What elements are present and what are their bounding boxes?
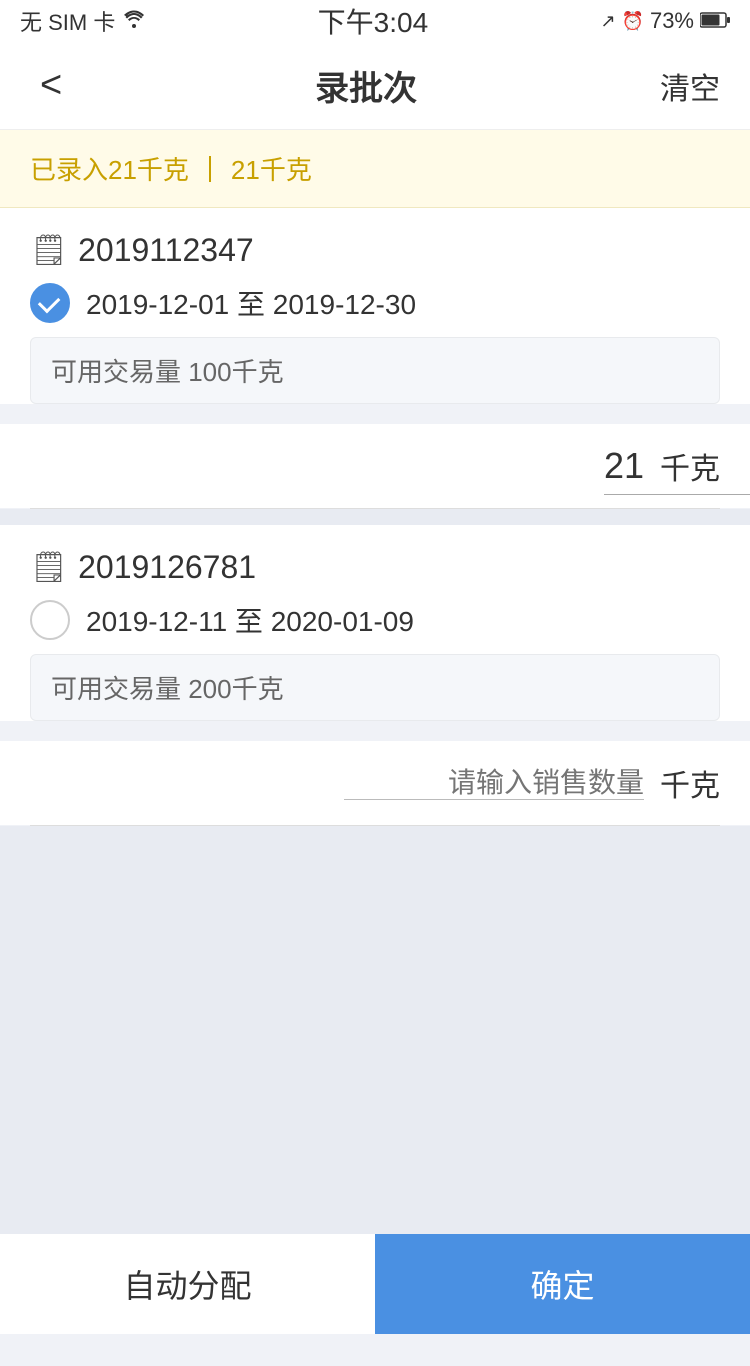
batch-2-number: 2019126781: [78, 549, 256, 586]
gray-area: [0, 826, 750, 1266]
location-icon: ↗: [600, 11, 615, 32]
summary-amount: 21千克: [231, 150, 312, 187]
batch-1-date: 2019-12-01 至 2019-12-30: [86, 283, 416, 323]
nav-bar: < 录批次 清空: [0, 42, 750, 130]
auto-distribute-button[interactable]: 自动分配: [0, 1234, 375, 1334]
back-button[interactable]: <: [30, 54, 72, 117]
batch-1-quantity-value: 21: [604, 445, 644, 487]
batch-2-date-row: 2019-12-11 至 2020-01-09: [30, 600, 720, 640]
summary-bar: 已录入21千克 21千克: [0, 130, 750, 208]
clear-button[interactable]: 清空: [660, 64, 720, 108]
summary-divider: [209, 156, 211, 182]
batch-2-input-row: 千克: [0, 741, 750, 825]
batch-2-quantity-input[interactable]: [344, 767, 644, 800]
batch-1-quantity-row: 21 千克: [0, 424, 750, 508]
bottom-bar: 自动分配 确定: [0, 1234, 750, 1334]
batch-1-unit: 千克: [660, 444, 720, 488]
status-left: 无 SIM 卡: [20, 5, 145, 37]
batch-2-available: 可用交易量 200千克: [30, 654, 720, 721]
batch-item-2: 🗒 2019126781 2019-12-11 至 2020-01-09 可用交…: [0, 525, 750, 721]
summary-recorded: 已录入21千克: [30, 150, 189, 187]
batch-1-available: 可用交易量 100千克: [30, 337, 720, 404]
batch-2-unit: 千克: [660, 761, 720, 805]
wifi-icon: [123, 8, 145, 34]
confirm-button[interactable]: 确定: [375, 1234, 750, 1334]
batch-1-radio[interactable]: [30, 283, 70, 323]
status-right: ↗ ⏰ 73%: [600, 8, 730, 34]
alarm-icon: ⏰: [622, 11, 644, 32]
battery-icon: [700, 8, 730, 34]
batch-1-date-row: 2019-12-01 至 2019-12-30: [30, 283, 720, 323]
batch-2-header: 🗒 2019126781: [30, 549, 720, 586]
no-sim-text: 无 SIM 卡: [20, 5, 115, 37]
status-bar: 无 SIM 卡 下午3:04 ↗ ⏰ 73%: [0, 0, 750, 42]
batch-item-1: 🗒 2019112347 2019-12-01 至 2019-12-30 可用交…: [0, 208, 750, 404]
page-title: 录批次: [315, 61, 417, 110]
batch-2-icon: 🗒: [30, 550, 68, 585]
section-divider: [0, 509, 750, 525]
batch-1-header: 🗒 2019112347: [30, 232, 720, 269]
batch-1-icon: 🗒: [30, 233, 68, 268]
status-time: 下午3:04: [318, 1, 429, 41]
battery-text: 73%: [650, 8, 694, 34]
batch-2-date: 2019-12-11 至 2020-01-09: [86, 600, 414, 640]
batch-1-number: 2019112347: [78, 232, 254, 269]
batch-2-radio[interactable]: [30, 600, 70, 640]
